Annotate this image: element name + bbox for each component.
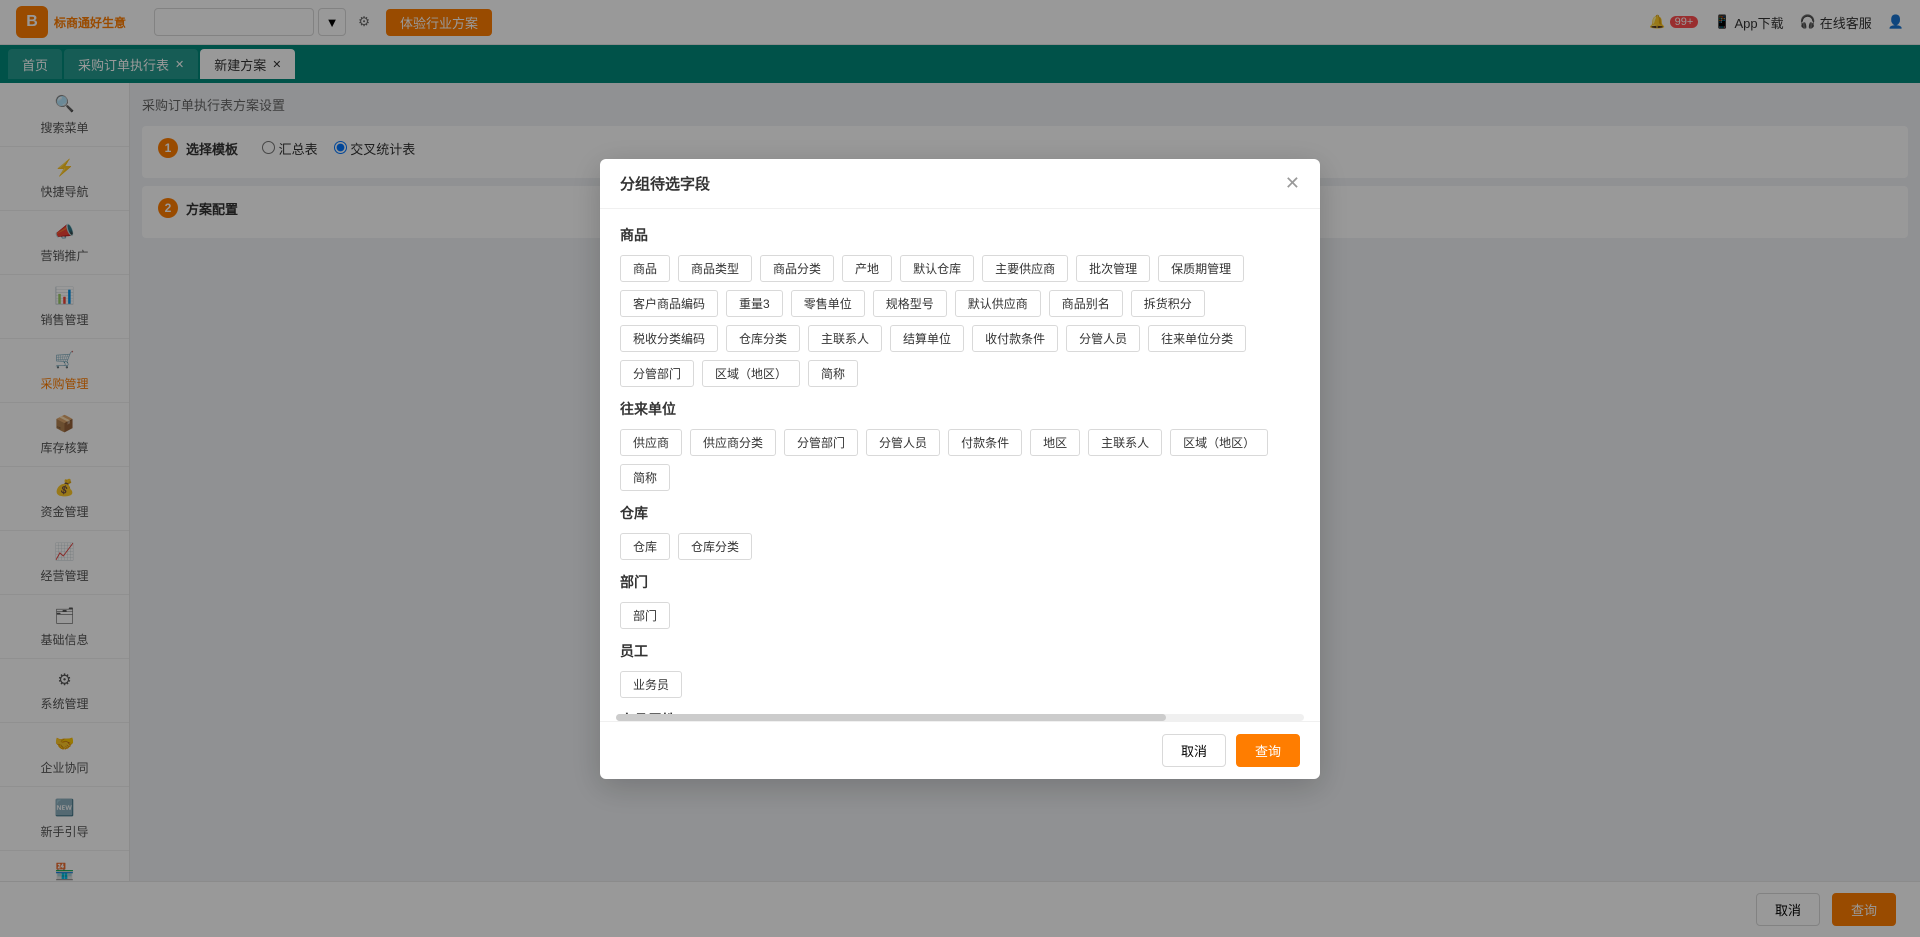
field-tag[interactable]: 客户商品编码 (620, 290, 718, 317)
field-tag[interactable]: 供应商 (620, 429, 682, 456)
field-tag[interactable]: 简称 (808, 360, 858, 387)
field-tag[interactable]: 地区 (1030, 429, 1080, 456)
dialog-header: 分组待选字段 ✕ (600, 159, 1320, 209)
field-tag[interactable]: 仓库 (620, 533, 670, 560)
fields-grid-warehouse: 仓库 仓库分类 (620, 533, 1300, 560)
field-tag[interactable]: 区域（地区） (702, 360, 800, 387)
fields-grid-product: 商品 商品类型 商品分类 产地 默认仓库 主要供应商 批次管理 保质期管理 客户… (620, 255, 1300, 387)
section-title-warehouse: 仓库 (620, 503, 1300, 523)
field-tag[interactable]: 分管部门 (784, 429, 858, 456)
field-tag[interactable]: 业务员 (620, 671, 682, 698)
dialog-footer: 取消 查询 (600, 721, 1320, 779)
field-tag[interactable]: 保质期管理 (1158, 255, 1244, 282)
field-tag[interactable]: 分管人员 (866, 429, 940, 456)
fields-grid-staff: 业务员 (620, 671, 1300, 698)
section-title-product: 商品 (620, 225, 1300, 245)
horizontal-scrollbar[interactable] (616, 714, 1304, 720)
field-tag[interactable]: 默认供应商 (955, 290, 1041, 317)
field-tag[interactable]: 结算单位 (890, 325, 964, 352)
field-tag[interactable]: 区域（地区） (1170, 429, 1268, 456)
dialog-close-button[interactable]: ✕ (1285, 173, 1300, 194)
field-tag[interactable]: 仓库分类 (678, 533, 752, 560)
field-tag[interactable]: 往来单位分类 (1148, 325, 1246, 352)
field-tag[interactable]: 简称 (620, 464, 670, 491)
field-tag[interactable]: 商品别名 (1049, 290, 1123, 317)
dialog-overlay: 分组待选字段 ✕ 商品 商品 商品类型 商品分类 产地 默认仓库 主要供应商 批… (0, 0, 1920, 937)
field-tag[interactable]: 付款条件 (948, 429, 1022, 456)
field-tag[interactable]: 供应商分类 (690, 429, 776, 456)
field-tag[interactable]: 主联系人 (1088, 429, 1162, 456)
field-tag[interactable]: 收付款条件 (972, 325, 1058, 352)
field-tag[interactable]: 零售单位 (791, 290, 865, 317)
field-tag[interactable]: 商品分类 (760, 255, 834, 282)
field-select-dialog: 分组待选字段 ✕ 商品 商品 商品类型 商品分类 产地 默认仓库 主要供应商 批… (600, 159, 1320, 779)
field-tag[interactable]: 默认仓库 (900, 255, 974, 282)
field-tag[interactable]: 分管部门 (620, 360, 694, 387)
field-tag[interactable]: 商品 (620, 255, 670, 282)
cancel-button[interactable]: 取消 (1162, 734, 1226, 767)
field-tag[interactable]: 税收分类编码 (620, 325, 718, 352)
confirm-button[interactable]: 查询 (1236, 734, 1300, 767)
field-tag[interactable]: 主联系人 (808, 325, 882, 352)
dialog-body: 商品 商品 商品类型 商品分类 产地 默认仓库 主要供应商 批次管理 保质期管理… (600, 209, 1320, 715)
field-tag[interactable]: 主要供应商 (982, 255, 1068, 282)
field-tag[interactable]: 拆货积分 (1131, 290, 1205, 317)
field-tag[interactable]: 仓库分类 (726, 325, 800, 352)
field-tag[interactable]: 商品类型 (678, 255, 752, 282)
section-title-staff: 员工 (620, 641, 1300, 661)
fields-grid-partner: 供应商 供应商分类 分管部门 分管人员 付款条件 地区 主联系人 区域（地区） … (620, 429, 1300, 491)
fields-grid-dept: 部门 (620, 602, 1300, 629)
field-tag[interactable]: 分管人员 (1066, 325, 1140, 352)
field-tag[interactable]: 规格型号 (873, 290, 947, 317)
section-title-dept: 部门 (620, 572, 1300, 592)
field-tag[interactable]: 重量3 (726, 290, 783, 317)
dialog-title: 分组待选字段 (620, 173, 710, 194)
field-tag[interactable]: 部门 (620, 602, 670, 629)
section-title-partner: 往来单位 (620, 399, 1300, 419)
field-tag[interactable]: 批次管理 (1076, 255, 1150, 282)
field-tag[interactable]: 产地 (842, 255, 892, 282)
